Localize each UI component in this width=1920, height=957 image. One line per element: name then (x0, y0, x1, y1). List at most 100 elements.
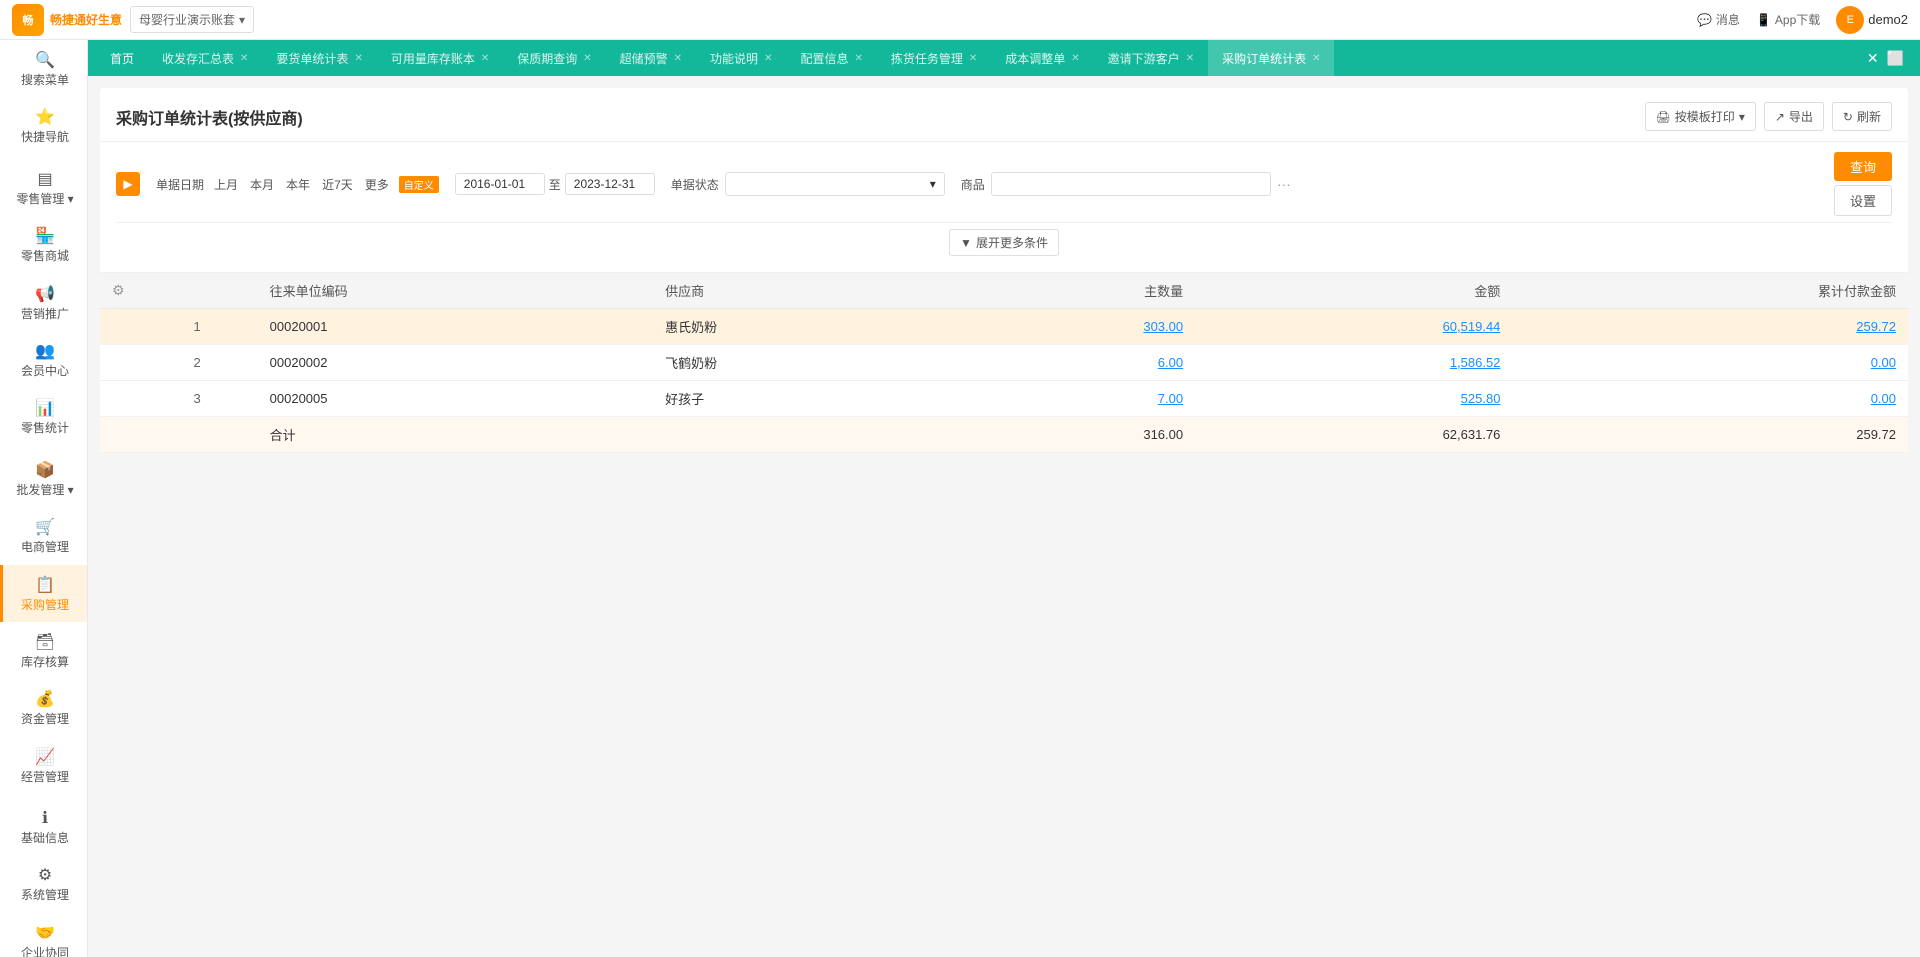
tab-available-stock-close[interactable]: ✕ (481, 53, 489, 64)
date-shortcut-7days[interactable]: 近7天 (318, 174, 357, 195)
data-table: ⚙ 往来单位编码 供应商 主数量 金额 累计付款金额 (100, 273, 1908, 453)
total-amount: 62,631.76 (1195, 417, 1512, 453)
tab-invite-downstream-close[interactable]: ✕ (1186, 53, 1194, 64)
user-name[interactable]: demo2 (1868, 12, 1908, 27)
tab-shelf-life[interactable]: 保质期查询 ✕ (503, 40, 605, 76)
tab-shelf-life-close[interactable]: ✕ (583, 53, 591, 64)
table-row[interactable]: 2 00020002 飞鹤奶粉 6.00 1,586.52 0.00 (100, 345, 1908, 381)
row2-paid-amount[interactable]: 0.00 (1512, 345, 1908, 381)
tab-close-all-icon[interactable]: ✕ (1867, 50, 1879, 67)
tab-overstock-close[interactable]: ✕ (674, 53, 682, 64)
date-shortcut-more[interactable]: 更多 (361, 174, 393, 195)
settings-button[interactable]: 设置 (1834, 185, 1892, 216)
goods-more-icon[interactable]: ··· (1277, 176, 1291, 192)
row2-amount[interactable]: 1,586.52 (1195, 345, 1512, 381)
sidebar-item-retail-store[interactable]: 🏪 零售商城 (0, 216, 87, 273)
tab-purchase-order-stats-close[interactable]: ✕ (1312, 53, 1320, 64)
refresh-button[interactable]: ↻ 刷新 (1832, 102, 1892, 131)
table-head: ⚙ 往来单位编码 供应商 主数量 金额 累计付款金额 (100, 273, 1908, 309)
tab-pick-task-close[interactable]: ✕ (969, 53, 977, 64)
workspace-selector[interactable]: 母婴行业演示账套 ▾ (130, 6, 254, 33)
message-button[interactable]: 💬 消息 (1697, 11, 1740, 28)
logo-text: 畅捷通好生意 (50, 11, 122, 28)
tab-function-desc[interactable]: 功能说明 ✕ (696, 40, 786, 76)
tab-config-info-close[interactable]: ✕ (854, 53, 862, 64)
tab-receive-pay-label: 收发存汇总表 (162, 50, 234, 67)
tab-receive-pay[interactable]: 收发存汇总表 ✕ (148, 40, 262, 76)
tab-available-stock[interactable]: 可用量库存账本 ✕ (377, 40, 503, 76)
total-supplier (653, 417, 948, 453)
date-to-input[interactable] (565, 173, 655, 195)
tab-order-stats[interactable]: 要货单统计表 ✕ (262, 40, 376, 76)
sidebar-item-search[interactable]: 🔍 搜索菜单 (0, 40, 87, 97)
date-from-input[interactable] (455, 173, 545, 195)
tab-function-desc-close[interactable]: ✕ (764, 53, 772, 64)
row1-main-qty[interactable]: 303.00 (948, 309, 1195, 345)
sidebar-item-ecommerce[interactable]: 🛒 电商管理 (0, 507, 87, 564)
tab-order-stats-close[interactable]: ✕ (354, 53, 362, 64)
status-select-icon: ▾ (930, 177, 936, 191)
row1-paid-amount[interactable]: 259.72 (1512, 309, 1908, 345)
filter-actions: 查询 设置 (1834, 152, 1892, 216)
row3-paid-amount[interactable]: 0.00 (1512, 381, 1908, 417)
tab-pick-task[interactable]: 拣货任务管理 ✕ (877, 40, 991, 76)
status-select[interactable]: ▾ (725, 172, 945, 196)
top-bar-left: 畅 畅捷通好生意 母婴行业演示账套 ▾ (12, 4, 254, 36)
sidebar-marketing-label: 营销推广 (21, 307, 69, 321)
sidebar-item-operations[interactable]: 📈 经营管理 (0, 737, 87, 794)
sidebar-item-enterprise[interactable]: 🤝 企业协同 (0, 913, 87, 957)
basic-info-icon: ℹ (42, 808, 48, 828)
unit-code-column-header: 往来单位编码 (258, 273, 654, 309)
sidebar-item-marketing[interactable]: 📢 营销推广 (0, 274, 87, 331)
sidebar-operations-label: 经营管理 (21, 770, 69, 784)
goods-input[interactable] (991, 172, 1271, 196)
tab-config-info[interactable]: 配置信息 ✕ (786, 40, 876, 76)
filter-row: ▶ 单据日期 上月 本月 本年 近7天 更多 自定义 (116, 152, 1892, 216)
print-template-button[interactable]: 🖨 按模板打印 ▾ (1645, 102, 1756, 131)
table-row[interactable]: 3 00020005 好孩子 7.00 525.80 0.00 (100, 381, 1908, 417)
tab-restore-icon[interactable]: ⬜ (1887, 50, 1904, 67)
date-shortcut-last-month[interactable]: 上月 (210, 174, 242, 195)
finance-icon: 💰 (35, 689, 55, 709)
filter-area: ▶ 单据日期 上月 本月 本年 近7天 更多 自定义 (100, 142, 1908, 273)
refresh-icon: ↻ (1843, 110, 1853, 124)
table-foot: 合计 316.00 62,631.76 259.72 (100, 417, 1908, 453)
date-shortcut-this-year[interactable]: 本年 (282, 174, 314, 195)
sidebar-item-purchase[interactable]: 📋 采购管理 (0, 565, 87, 622)
table-row[interactable]: 1 00020001 惠氏奶粉 303.00 60,519.44 259.72 (100, 309, 1908, 345)
table-header-row: ⚙ 往来单位编码 供应商 主数量 金额 累计付款金额 (100, 273, 1908, 309)
row3-amount[interactable]: 525.80 (1195, 381, 1512, 417)
page-header: 采购订单统计表(按供应商) 🖨 按模板打印 ▾ ↗ 导出 ↻ (100, 88, 1908, 142)
tab-cost-adjust[interactable]: 成本调整单 ✕ (991, 40, 1093, 76)
row3-main-qty[interactable]: 7.00 (948, 381, 1195, 417)
sidebar-item-retail-stats[interactable]: 📊 零售统计 (0, 388, 87, 445)
sidebar-item-system[interactable]: ⚙ 系统管理 (0, 855, 87, 912)
expand-more-button[interactable]: ▼ 展开更多条件 (949, 229, 1059, 256)
sidebar-item-member-center[interactable]: 👥 会员中心 (0, 331, 87, 388)
tab-invite-downstream[interactable]: 邀请下游客户 ✕ (1094, 40, 1208, 76)
sidebar-item-wholesale[interactable]: 📦 批发管理 ▾ (0, 450, 87, 507)
row2-main-qty[interactable]: 6.00 (948, 345, 1195, 381)
export-button[interactable]: ↗ 导出 (1764, 102, 1824, 131)
user-profile[interactable]: E demo2 (1836, 6, 1908, 34)
sidebar-item-finance[interactable]: 💰 资金管理 (0, 679, 87, 736)
sidebar-item-retail-management[interactable]: ▤ 零售管理 ▾ (0, 159, 87, 216)
download-icon: 📱 (1756, 13, 1771, 27)
app-download-button[interactable]: 📱 App下载 (1756, 11, 1820, 28)
tab-function-desc-label: 功能说明 (710, 50, 758, 67)
sidebar-item-quick-nav[interactable]: ⭐ 快捷导航 (0, 97, 87, 154)
search-button[interactable]: 查询 (1834, 152, 1892, 181)
tab-purchase-order-stats[interactable]: 采购订单统计表 ✕ (1208, 40, 1334, 76)
sidebar-item-inventory[interactable]: 🗃 库存核算 (0, 622, 87, 679)
nav-tab-actions: ✕ ⬜ (1859, 50, 1912, 67)
gear-icon[interactable]: ⚙ (112, 282, 125, 298)
filter-toggle[interactable]: ▶ (116, 172, 140, 196)
tab-overstock[interactable]: 超储预警 ✕ (606, 40, 696, 76)
tab-home[interactable]: 首页 (96, 40, 148, 76)
date-range: 至 (455, 173, 655, 195)
row1-amount[interactable]: 60,519.44 (1195, 309, 1512, 345)
tab-cost-adjust-close[interactable]: ✕ (1071, 53, 1079, 64)
sidebar-item-basic-info[interactable]: ℹ 基础信息 (0, 798, 87, 855)
tab-receive-pay-close[interactable]: ✕ (240, 53, 248, 64)
date-shortcut-this-month[interactable]: 本月 (246, 174, 278, 195)
